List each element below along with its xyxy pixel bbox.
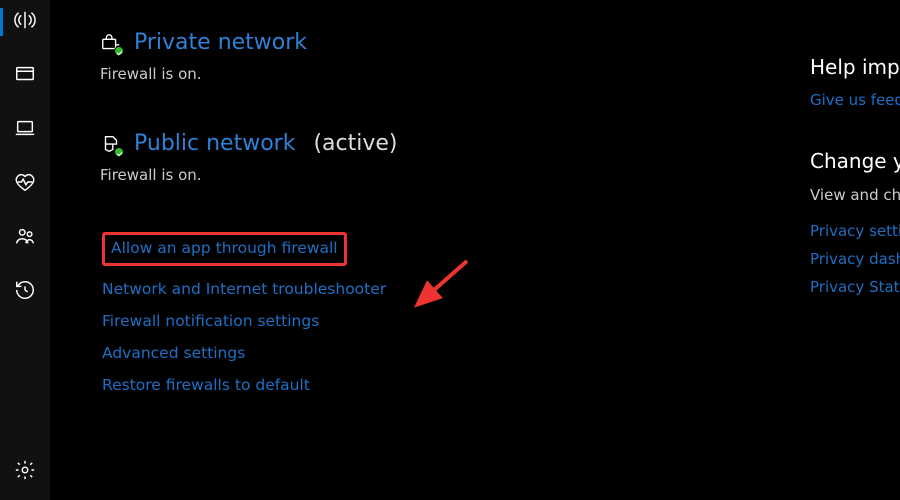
nav-history[interactable] — [1, 276, 49, 308]
help-improve-heading: Help improve — [810, 55, 900, 79]
public-network-active-label: (active) — [313, 131, 397, 156]
private-network-section: Private network Firewall is on. — [100, 30, 810, 83]
gear-icon — [14, 459, 36, 485]
history-icon — [14, 279, 36, 305]
nav-wifi[interactable] — [1, 6, 49, 38]
allow-app-through-firewall-link[interactable]: Allow an app through firewall — [102, 232, 347, 266]
give-feedback-link[interactable]: Give us feedback — [810, 91, 900, 109]
network-troubleshooter-link[interactable]: Network and Internet troubleshooter — [102, 280, 386, 298]
public-network-link[interactable]: Public network — [134, 131, 295, 156]
private-network-status: Firewall is on. — [100, 65, 810, 83]
private-network-icon — [100, 32, 122, 54]
nav-family[interactable] — [1, 222, 49, 254]
nav-laptop[interactable] — [1, 114, 49, 146]
heart-pulse-icon — [14, 171, 36, 197]
privacy-dashboard-link[interactable]: Privacy dashboard — [810, 250, 900, 268]
public-network-icon — [100, 133, 122, 155]
public-network-section: Public network (active) Firewall is on. — [100, 131, 810, 184]
change-settings-heading: Change your — [810, 149, 900, 173]
change-settings-text: View and change privacy settings for you… — [810, 185, 900, 206]
family-icon — [14, 225, 36, 251]
privacy-settings-link[interactable]: Privacy settings — [810, 222, 900, 240]
display-icon — [14, 63, 36, 89]
nav-settings[interactable] — [1, 456, 49, 488]
nav-health[interactable] — [1, 168, 49, 200]
main-panel: Private network Firewall is on. Public n… — [50, 0, 810, 500]
public-network-status: Firewall is on. — [100, 166, 810, 184]
privacy-statement-link[interactable]: Privacy Statement — [810, 278, 900, 296]
advanced-settings-link[interactable]: Advanced settings — [102, 344, 245, 362]
restore-firewalls-default-link[interactable]: Restore firewalls to default — [102, 376, 310, 394]
right-panel: Help improve Give us feedback Change you… — [810, 0, 900, 500]
firewall-notification-settings-link[interactable]: Firewall notification settings — [102, 312, 319, 330]
private-network-link[interactable]: Private network — [134, 30, 307, 55]
sidebar — [0, 0, 50, 500]
wifi-icon — [14, 9, 36, 35]
firewall-links: Allow an app through firewall Network an… — [102, 232, 810, 394]
laptop-icon — [14, 117, 36, 143]
nav-display[interactable] — [1, 60, 49, 92]
